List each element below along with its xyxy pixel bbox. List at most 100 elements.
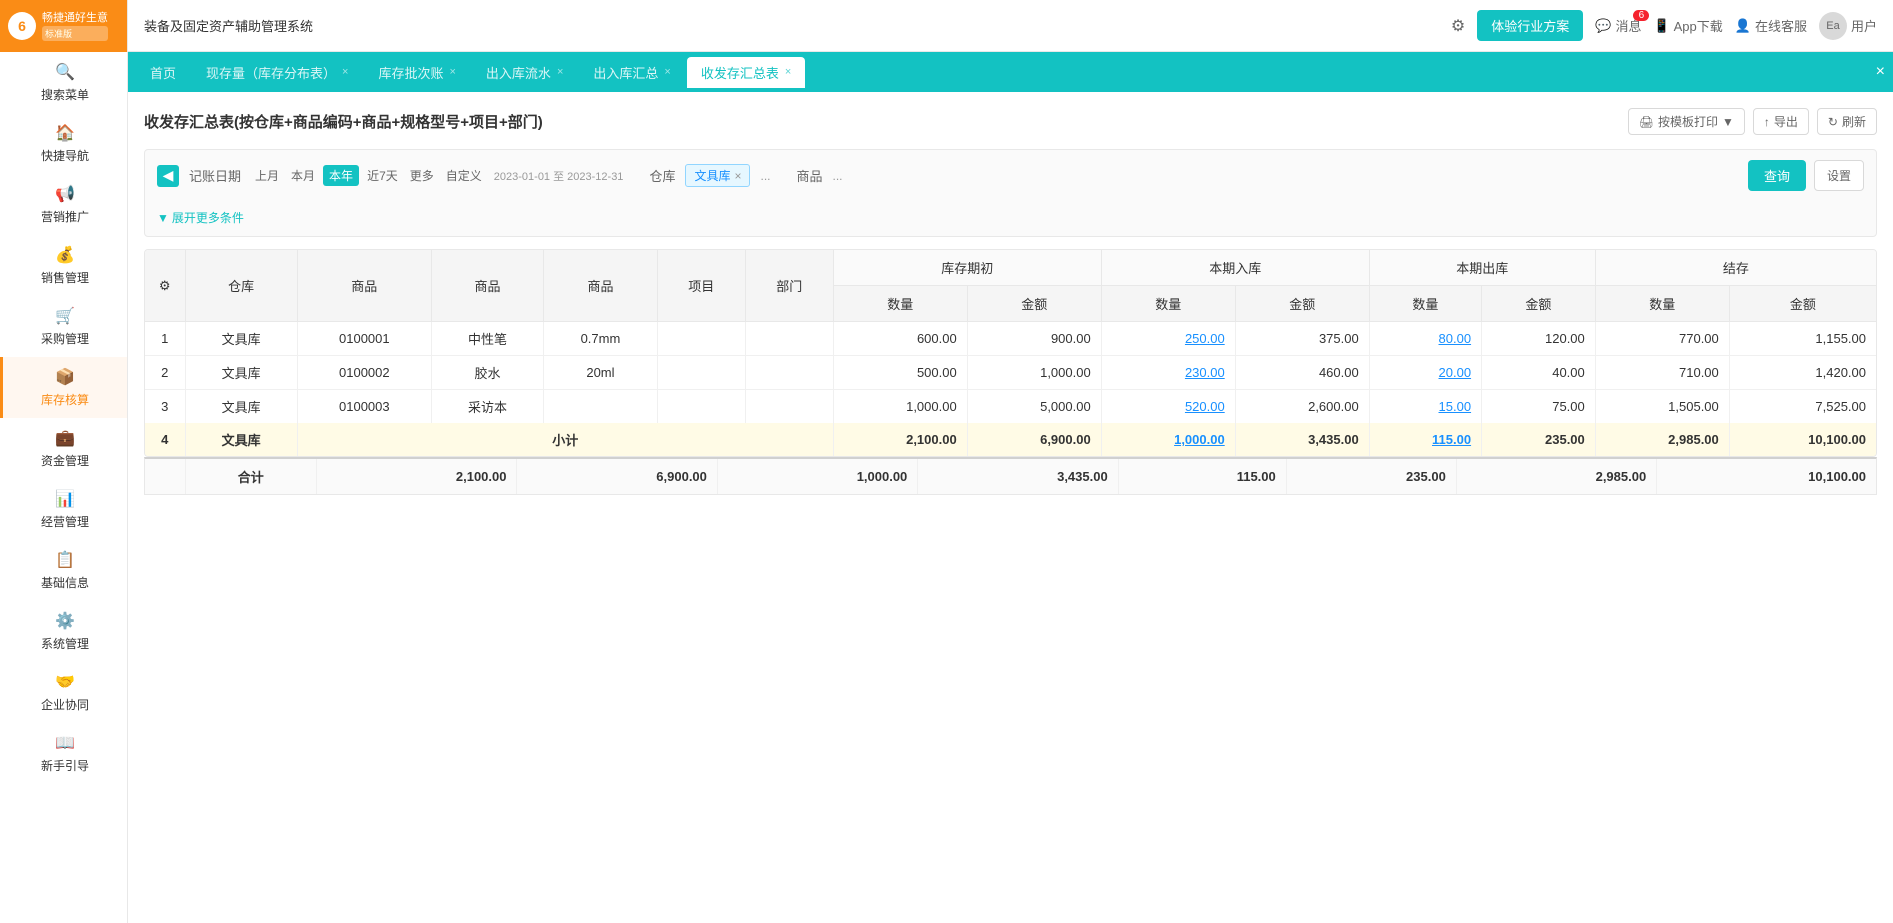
row-in-qty[interactable]: 230.00 [1101,356,1235,390]
date-btn-custom[interactable]: 自定义 [442,165,486,186]
logo-icon: 6 [8,12,36,40]
warehouse-more-btn[interactable]: ... [760,169,770,183]
marketing-icon: 📢 [55,184,75,204]
search-icon: 🔍 [55,62,75,82]
top-header: 装备及固定资产辅助管理系统 ⚙ 体验行业方案 💬 消息 6 📱 App下载 👤 … [128,0,1893,52]
sidebar-item-marketing[interactable]: 📢 营销推广 [0,174,127,235]
sidebar-item-guide[interactable]: 📖 新手引导 [0,723,127,784]
subtotal-label: 小计 [297,423,833,456]
subtotal-out-qty[interactable]: 115.00 [1369,423,1481,456]
row-closing-amt: 1,155.00 [1729,322,1876,356]
subtotal-in-qty[interactable]: 1,000.00 [1101,423,1235,456]
row-goods-name: 采访本 [431,390,543,424]
sidebar-item-purchase[interactable]: 🛒 采购管理 [0,296,127,357]
page-title-row: 收发存汇总表(按仓库+商品编码+商品+规格型号+项目+部门) 🖨 按模板打印 ▼… [144,108,1877,135]
settings-icon[interactable]: ⚙ [1451,16,1465,36]
row-opening-qty: 600.00 [833,322,967,356]
row-out-qty[interactable]: 20.00 [1369,356,1481,390]
tab-receive-send-summary[interactable]: 收发存汇总表 × [687,57,805,88]
sidebar-item-system[interactable]: ⚙️ 系统管理 [0,601,127,662]
filter-toggle-btn[interactable]: ◀ [157,165,179,187]
sidebar-item-basic-info[interactable]: 📋 基础信息 [0,540,127,601]
table-row: 1 文具库 0100001 中性笔 0.7mm 600.00 900.00 25… [145,322,1876,356]
export-btn[interactable]: ↑ 导出 [1753,108,1809,135]
th-in-amt: 金额 [1235,286,1369,322]
table-row: 2 文具库 0100002 胶水 20ml 500.00 1,000.00 23… [145,356,1876,390]
tab-home[interactable]: 首页 [136,57,190,88]
sidebar-label-marketing: 营销推广 [41,208,89,225]
date-btn-this-month[interactable]: 本月 [287,165,319,186]
basic-info-icon: 📋 [55,550,75,570]
date-btn-more[interactable]: 更多 [406,165,438,186]
tab-bar-close-icon[interactable]: × [1876,63,1885,81]
tab-in-out-flow-close[interactable]: × [557,66,563,78]
tab-batch-account-close[interactable]: × [449,66,455,78]
row-in-qty[interactable]: 520.00 [1101,390,1235,424]
tab-receive-send-summary-close[interactable]: × [785,66,791,78]
tab-in-out-flow[interactable]: 出入库流水 × [472,57,577,88]
data-table-wrapper: ⚙ 仓库 商品 商品 商品 项目 部门 库存期初 本期入库 本期出库 结存 [144,249,1877,457]
subtotal-closing-amt: 10,100.00 [1729,423,1876,456]
date-btn-this-year[interactable]: 本年 [323,165,359,186]
query-btn[interactable]: 查询 [1748,160,1806,191]
print-btn[interactable]: 🖨 按模板打印 ▼ [1628,108,1745,135]
tab-in-out-summary-close[interactable]: × [664,66,670,78]
row-goods-name: 中性笔 [431,322,543,356]
sidebar-label-guide: 新手引导 [41,757,89,774]
row-project [657,322,745,356]
subtotal-out-amt: 235.00 [1482,423,1596,456]
cooperation-icon: 🤝 [55,672,75,692]
date-btn-last-month[interactable]: 上月 [251,165,283,186]
page-title: 收发存汇总表(按仓库+商品编码+商品+规格型号+项目+部门) [144,111,543,132]
row-no: 3 [145,390,185,424]
row-goods-code: 0100001 [297,322,431,356]
tab-inventory-dist[interactable]: 现存量（库存分布表） × [192,57,362,88]
sidebar-label-cooperation: 企业协同 [41,696,89,713]
sidebar-item-cooperation[interactable]: 🤝 企业协同 [0,662,127,723]
row-opening-amt: 900.00 [967,322,1101,356]
total-opening-amt: 6,900.00 [517,459,717,494]
user-avatar-item[interactable]: Ea 用户 [1819,12,1877,40]
refresh-label: 刷新 [1842,113,1866,130]
finance-icon: 💼 [55,428,75,448]
th-out-group: 本期出库 [1369,250,1595,286]
warehouse-tag-close[interactable]: × [734,169,741,183]
header-icons: 💬 消息 6 📱 App下载 👤 在线客服 Ea 用户 [1595,12,1877,40]
app-download-item[interactable]: 📱 App下载 [1653,16,1722,35]
sidebar-item-inventory[interactable]: 📦 库存核算 [0,357,127,418]
sidebar-label-inventory: 库存核算 [41,391,89,408]
sidebar: 6 畅捷通好生意 标准版 🔍 搜索菜单 🏠 快捷导航 📢 营销推广 💰 销售管理… [0,0,128,923]
row-closing-amt: 1,420.00 [1729,356,1876,390]
sidebar-item-search[interactable]: 🔍 搜索菜单 [0,52,127,113]
sidebar-label-quick-nav: 快捷导航 [41,147,89,164]
trial-btn[interactable]: 体验行业方案 [1477,10,1583,41]
row-out-qty[interactable]: 80.00 [1369,322,1481,356]
refresh-btn[interactable]: ↻ 刷新 [1817,108,1877,135]
expand-icon: ▼ [157,211,169,225]
date-btn-7days[interactable]: 近7天 [363,165,402,186]
tab-inventory-dist-close[interactable]: × [342,66,348,78]
row-out-qty[interactable]: 15.00 [1369,390,1481,424]
sidebar-item-finance[interactable]: 💼 资金管理 [0,418,127,479]
th-settings[interactable]: ⚙ [145,250,185,322]
print-label: 按模板打印 [1658,113,1718,130]
sidebar-item-operations[interactable]: 📊 经营管理 [0,479,127,540]
subtotal-closing-qty: 2,985.00 [1595,423,1729,456]
sidebar-item-quick-nav[interactable]: 🏠 快捷导航 [0,113,127,174]
subtotal-opening-qty: 2,100.00 [833,423,967,456]
sidebar-label-system: 系统管理 [41,635,89,652]
goods-more-btn[interactable]: ... [833,169,843,183]
th-warehouse: 仓库 [185,250,297,322]
print-dropdown-icon: ▼ [1722,115,1734,129]
row-goods-spec: 20ml [544,356,658,390]
sidebar-item-sales[interactable]: 💰 销售管理 [0,235,127,296]
row-in-qty[interactable]: 250.00 [1101,322,1235,356]
tab-in-out-summary[interactable]: 出入库汇总 × [579,57,684,88]
th-goods-name: 商品 [431,250,543,322]
setting-btn[interactable]: 设置 [1814,160,1864,191]
tab-batch-account[interactable]: 库存批次账 × [364,57,469,88]
message-icon-item[interactable]: 💬 消息 6 [1595,16,1641,35]
online-service-item[interactable]: 👤 在线客服 [1735,16,1807,35]
expand-more-btn[interactable]: ▼ 展开更多条件 [157,209,244,226]
inventory-icon: 📦 [55,367,75,387]
